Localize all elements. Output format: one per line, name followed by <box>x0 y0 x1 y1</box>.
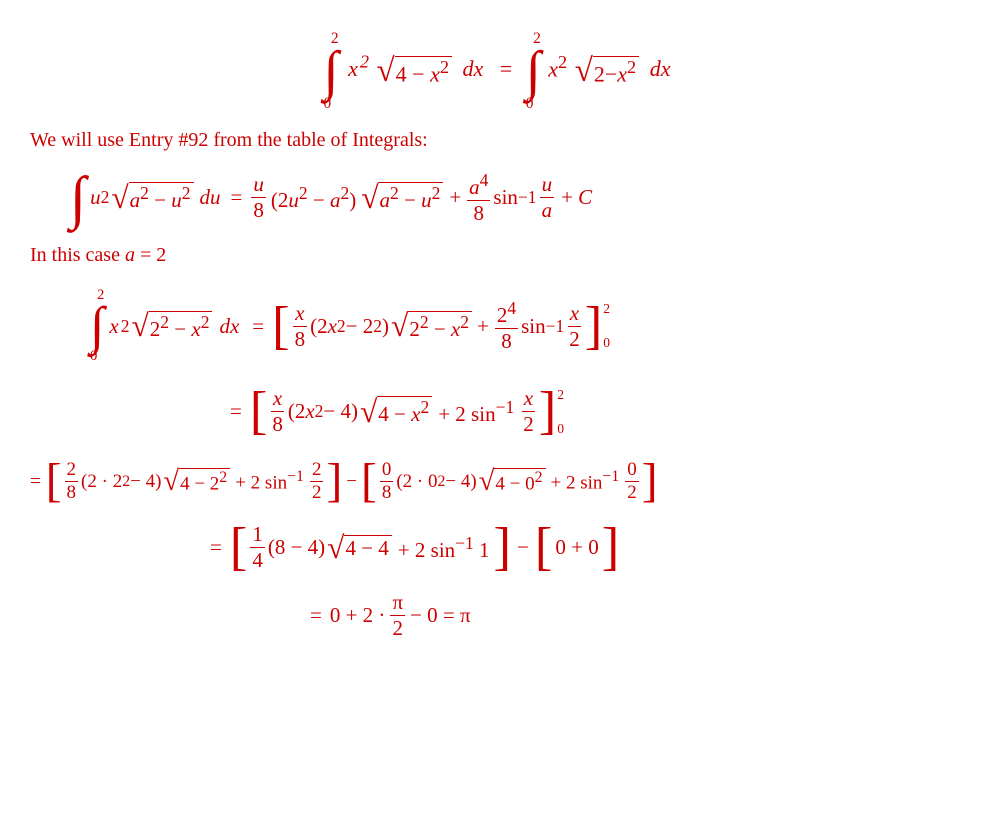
final-result: = 0 + 2 · π 2 − 0 = π <box>30 590 964 641</box>
case-text: In this case a = 2 <box>30 244 964 267</box>
entry-text: We will use Entry #92 from the table of … <box>30 129 964 152</box>
top-equation: 2 ∫ 0 x2 √4 − x2 dx = 2 ∫ 0 x2 √2− <box>30 30 964 113</box>
page-container: 2 ∫ 0 x2 √4 − x2 dx = 2 ∫ 0 x2 √2− <box>30 30 964 641</box>
formula-line: ∫ u2 √ a2 − u2 du = u 8 (2u2 − a2) √ a2 … <box>70 170 964 226</box>
second-reduction: = [ 1 4 (8 − 4) √ 4 − 4 + 2 sin−1 1 ] − … <box>30 521 964 574</box>
top-equation-content: 2 ∫ 0 x2 √4 − x2 dx = 2 ∫ 0 x2 √2− <box>324 30 671 113</box>
full-expansion: = [ 2 8 (2 · 22 − 4) √ 4 − 22 + 2 sin−1 … <box>30 458 964 506</box>
expansion-block-1: 2 ∫ 0 x2 √ 22 − x2 dx = [ x 8 (2x2 − 22)… <box>30 287 964 438</box>
